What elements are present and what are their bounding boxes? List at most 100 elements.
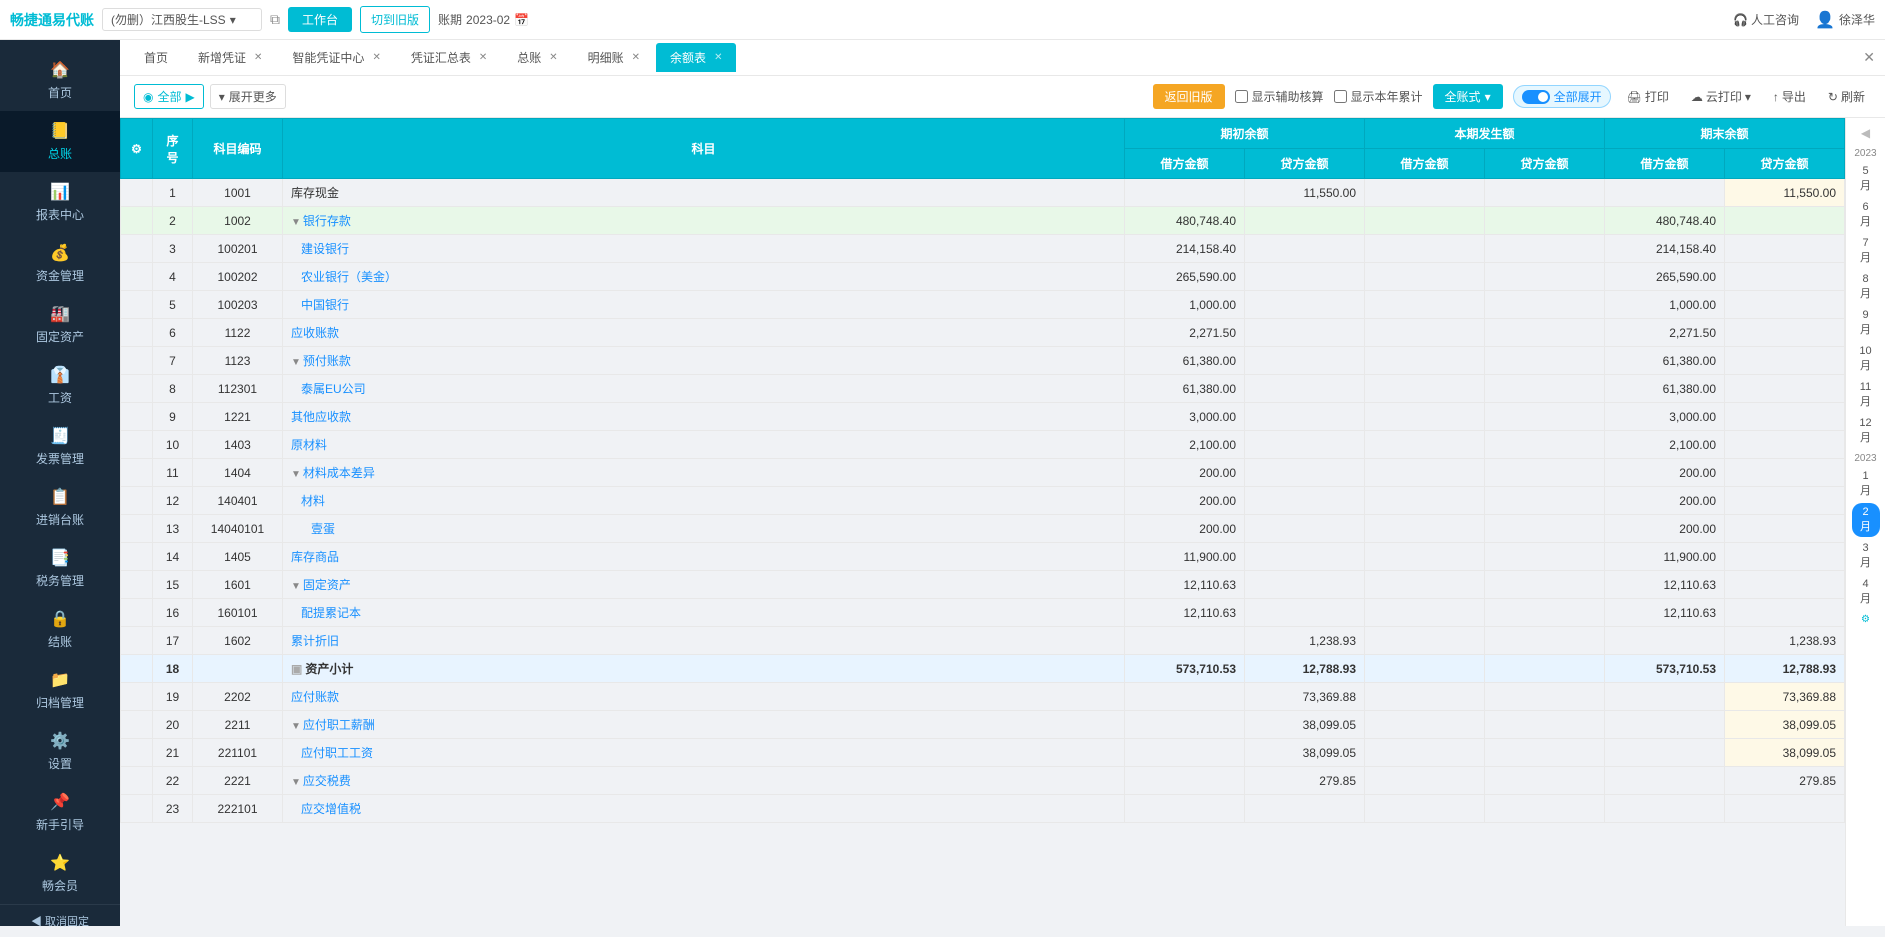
tab-detail[interactable]: 明细账 ✕ (574, 43, 654, 72)
tab-detail-close[interactable]: ✕ (632, 52, 640, 63)
filter-all-button[interactable]: ◉ 全部 ▶ (134, 84, 204, 109)
subject-link[interactable]: 库存商品 (291, 550, 339, 564)
unpin-button[interactable]: ◀ 取消固定 (0, 904, 120, 937)
settings-icon: ⚙️ (50, 731, 70, 751)
show-aux-checkbox[interactable]: 显示辅助核算 (1235, 88, 1324, 105)
subject-link[interactable]: 累计折旧 (291, 634, 339, 648)
subject-link[interactable]: 预付账款 (303, 354, 351, 368)
sidebar-item-capital[interactable]: 💰 资金管理 (0, 233, 120, 294)
row-code-cell: 100202 (193, 263, 283, 291)
sidebar-item-settings[interactable]: ⚙️ 设置 (0, 721, 120, 782)
company-selector[interactable]: (勿删）江西股生-LSS ▾ (102, 8, 262, 31)
tab-voucher-summary-close[interactable]: ✕ (479, 52, 487, 63)
tab-ledger-close[interactable]: ✕ (549, 52, 557, 63)
row-open-credit-cell: 1,238.93 (1245, 627, 1365, 655)
month-1[interactable]: 1月 (1852, 467, 1880, 501)
subject-link[interactable]: 建设银行 (301, 242, 349, 256)
month-4[interactable]: 4月 (1852, 575, 1880, 609)
subject-link[interactable]: 原材料 (291, 438, 327, 452)
sidebar-item-tax[interactable]: 📑 税务管理 (0, 538, 120, 599)
sidebar-item-archive[interactable]: 📁 归档管理 (0, 660, 120, 721)
tab-new-voucher-close[interactable]: ✕ (254, 52, 262, 63)
calendar-icon[interactable]: 📅 (514, 13, 529, 27)
row-end-credit-cell: 279.85 (1725, 767, 1845, 795)
month-10[interactable]: 10月 (1852, 342, 1880, 376)
aux-checkbox-input[interactable] (1235, 90, 1248, 103)
tab-ledger[interactable]: 总账 ✕ (503, 43, 571, 72)
subject-link[interactable]: 应收账款 (291, 326, 339, 340)
month-7[interactable]: 7月 (1852, 234, 1880, 268)
cloud-print-button[interactable]: ☁ 云打印 ▾ (1685, 85, 1757, 108)
export-button[interactable]: ↑ 导出 (1767, 85, 1812, 108)
row-code-cell: 1221 (193, 403, 283, 431)
row-name-cell: 材料 (283, 487, 1125, 515)
expand-more-button[interactable]: ▾ 展开更多 (210, 84, 286, 109)
subject-link[interactable]: 应付职工薪酬 (303, 718, 375, 732)
back-to-old-button[interactable]: 返回旧版 (1153, 84, 1225, 109)
sidebar-item-fixed-assets[interactable]: 🏭 固定资产 (0, 294, 120, 355)
print-button[interactable]: 🖨 打印 (1621, 85, 1675, 108)
tab-balance[interactable]: 余额表 ✕ (656, 43, 736, 72)
subject-link[interactable]: 固定资产 (303, 578, 351, 592)
expand-all-toggle[interactable]: 全部展开 (1513, 85, 1611, 108)
sidebar-item-close[interactable]: 🔒 结账 (0, 599, 120, 660)
sidebar-expand-arrow[interactable]: ◀ (1857, 122, 1874, 144)
user-area[interactable]: 👤 徐泽华 (1815, 10, 1875, 30)
row-end-credit-cell (1725, 347, 1845, 375)
month-8[interactable]: 8月 (1852, 270, 1880, 304)
settings-small-icon[interactable]: ⚙ (1860, 614, 1871, 625)
tab-home[interactable]: 首页 (130, 43, 182, 72)
workbench-button[interactable]: 工作台 (288, 7, 352, 32)
subject-link[interactable]: 应交税费 (303, 774, 351, 788)
row-cur-debit-cell (1365, 683, 1485, 711)
subject-link[interactable]: 应付职工工资 (301, 746, 373, 760)
subject-link[interactable]: 材料 (301, 494, 325, 508)
full-mode-button[interactable]: 全账式 ▾ (1433, 84, 1503, 109)
sidebar-item-invoice[interactable]: 🧾 发票管理 (0, 416, 120, 477)
month-12[interactable]: 12月 (1852, 414, 1880, 448)
tab-smart-verify[interactable]: 智能凭证中心 ✕ (278, 43, 394, 72)
subject-link[interactable]: 应付账款 (291, 690, 339, 704)
expand-all-label: 全部展开 (1554, 88, 1602, 105)
row-end-credit-cell (1725, 515, 1845, 543)
settings-column-header[interactable]: ⚙ (121, 119, 153, 179)
subject-link[interactable]: 材料成本差异 (303, 466, 375, 480)
subject-link[interactable]: 银行存款 (303, 214, 351, 228)
tab-new-voucher[interactable]: 新增凭证 ✕ (184, 43, 276, 72)
month-11[interactable]: 11月 (1852, 378, 1880, 412)
switch-version-button[interactable]: 切到旧版 (360, 6, 430, 33)
subject-link[interactable]: 壹蛋 (311, 522, 335, 536)
sidebar-item-guide[interactable]: 📌 新手引导 (0, 782, 120, 843)
sidebar-item-purchase[interactable]: 📋 进销台账 (0, 477, 120, 538)
sidebar-item-ledger[interactable]: 📒 总账 (0, 111, 120, 172)
subject-link[interactable]: 应交增值税 (301, 802, 361, 816)
ytd-checkbox-input[interactable] (1334, 90, 1347, 103)
subject-link[interactable]: 泰属EU公司 (301, 382, 366, 396)
subject-link[interactable]: 中国银行 (301, 298, 349, 312)
subject-link[interactable]: 配提累记本 (301, 606, 361, 620)
subject-link[interactable]: 农业银行（美金） (301, 270, 397, 284)
month-5[interactable]: 5月 (1852, 162, 1880, 196)
month-3[interactable]: 3月 (1852, 539, 1880, 573)
sidebar-item-payroll[interactable]: 👔 工资 (0, 355, 120, 416)
copy-icon[interactable]: ⧉ (270, 11, 280, 28)
tab-smart-verify-close[interactable]: ✕ (372, 52, 380, 63)
month-2-current[interactable]: 2月 (1852, 503, 1880, 537)
close-all-tabs[interactable]: ✕ (1863, 49, 1875, 66)
sidebar-item-member[interactable]: ⭐ 畅会员 (0, 843, 120, 904)
export-icon: ↑ (1773, 90, 1779, 104)
fixed-assets-icon: 🏭 (50, 304, 70, 324)
consult-link[interactable]: 🎧 人工咨询 (1733, 11, 1799, 28)
row-end-debit-cell: 480,748.40 (1605, 207, 1725, 235)
row-cur-credit-cell (1485, 263, 1605, 291)
row-open-credit-cell (1245, 487, 1365, 515)
subject-link[interactable]: 其他应收款 (291, 410, 351, 424)
month-6[interactable]: 6月 (1852, 198, 1880, 232)
sidebar-item-home[interactable]: 🏠 首页 (0, 50, 120, 111)
tab-balance-close[interactable]: ✕ (714, 52, 722, 63)
show-ytd-checkbox[interactable]: 显示本年累计 (1334, 88, 1423, 105)
refresh-button[interactable]: ↻ 刷新 (1822, 85, 1871, 108)
tab-voucher-summary[interactable]: 凭证汇总表 ✕ (397, 43, 501, 72)
month-9[interactable]: 9月 (1852, 306, 1880, 340)
sidebar-item-report[interactable]: 📊 报表中心 (0, 172, 120, 233)
